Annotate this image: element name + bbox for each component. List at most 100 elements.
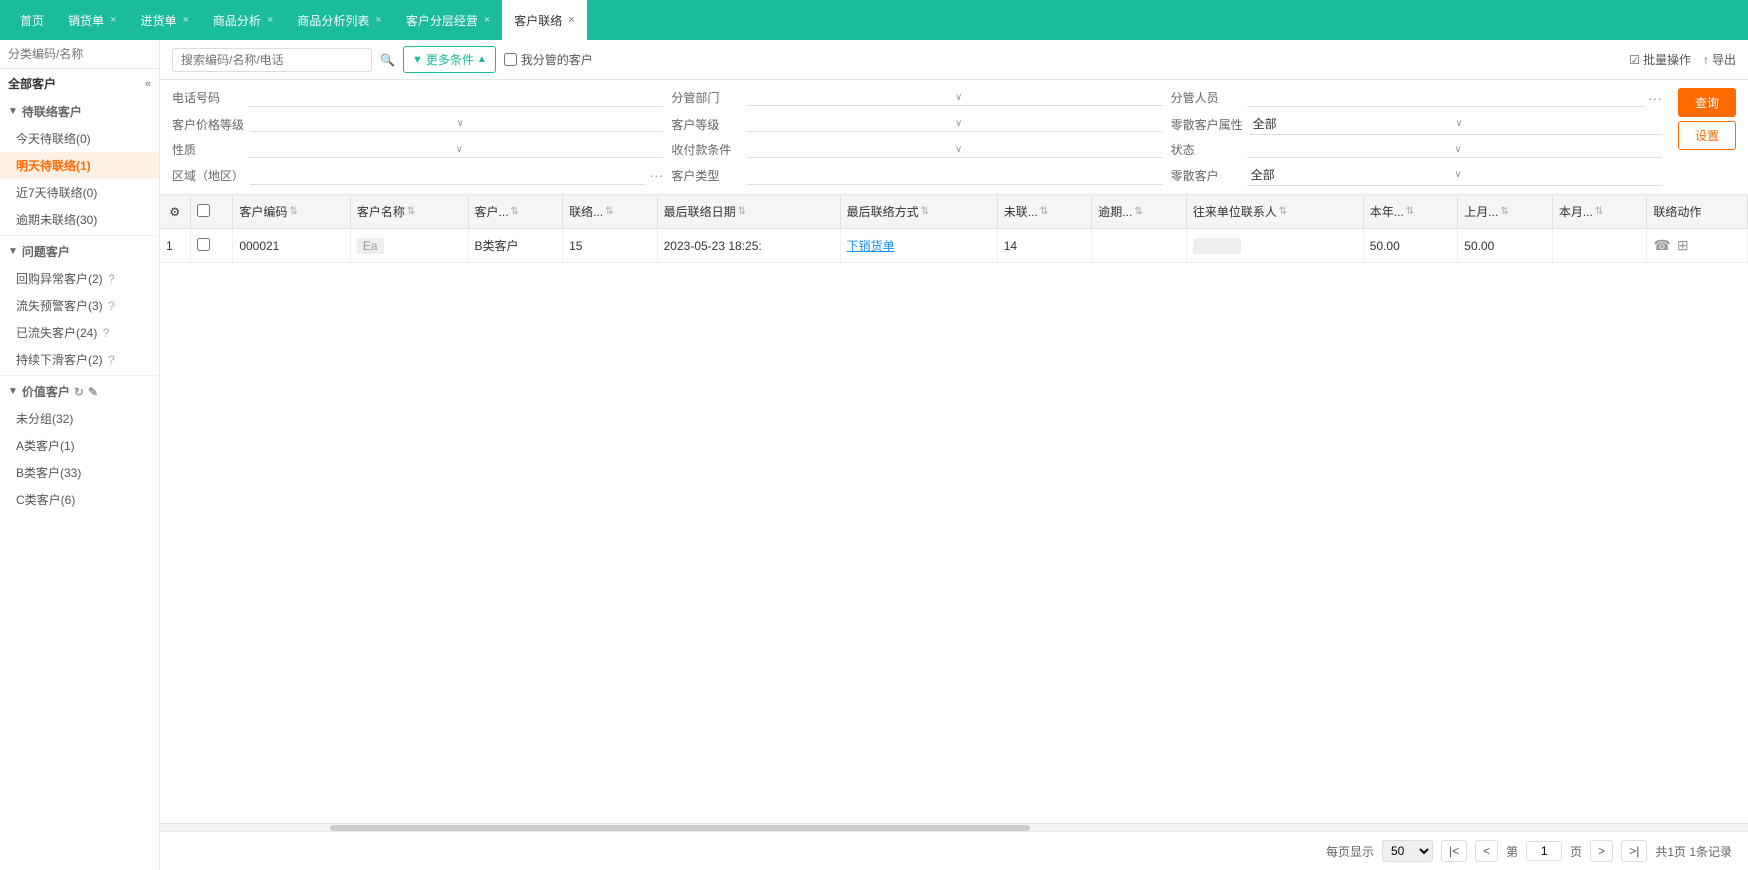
sidebar-search-input[interactable] <box>8 47 160 61</box>
payment-select[interactable]: ∨ <box>747 142 1162 158</box>
col-last-contact-date-header[interactable]: 最后联络日期 ⇅ <box>657 195 840 229</box>
col-unit-contact-header[interactable]: 往来单位联系人 ⇅ <box>1186 195 1363 229</box>
sidebar-item-tomorrow-contact[interactable]: 明天待联络(1) <box>0 152 159 179</box>
edit-icon[interactable]: ✎ <box>88 385 98 399</box>
col-overdue-header[interactable]: 逾期... ⇅ <box>1092 195 1187 229</box>
sidebar-item-declining[interactable]: 持续下滑客户(2) ? <box>0 346 159 373</box>
retail-attr-select[interactable]: 全部 ∨ <box>1249 113 1662 135</box>
select-all-checkbox[interactable] <box>197 204 210 217</box>
scrollbar-thumb[interactable] <box>330 825 1030 831</box>
chevron-down-icon: ∨ <box>955 118 1159 129</box>
col-this-year-header[interactable]: 本年... ⇅ <box>1363 195 1458 229</box>
pagination: 每页显示 50 100 200 |< < 第 页 > >| 共1页 1条记录 <box>160 831 1748 870</box>
nav-sales-order[interactable]: 销货单 × <box>56 0 128 40</box>
col-check-header[interactable] <box>190 195 233 229</box>
phone-input[interactable] <box>248 88 663 107</box>
help-icon: ? <box>108 299 115 313</box>
chevron-down-icon: ∨ <box>955 144 1159 155</box>
search-icon[interactable]: 🔍 <box>380 53 395 67</box>
person-input[interactable] <box>1247 88 1644 107</box>
col-type-header[interactable]: 客户... ⇅ <box>468 195 563 229</box>
nav-home[interactable]: 首页 <box>8 0 56 40</box>
close-icon[interactable]: × <box>484 14 490 26</box>
more-conditions-button[interactable]: ▼ 更多条件 ▲ <box>403 46 496 73</box>
col-contacts-header[interactable]: 联络... ⇅ <box>563 195 658 229</box>
close-icon[interactable]: × <box>568 14 574 26</box>
sidebar-item-churn-warning[interactable]: 流失预警客户(3) ? <box>0 292 159 319</box>
close-icon[interactable]: × <box>267 14 273 26</box>
sidebar-item-7days-contact[interactable]: 近7天待联络(0) <box>0 179 159 206</box>
sidebar-item-class-a[interactable]: A类客户(1) <box>0 432 159 459</box>
row-index: 1 <box>160 229 190 263</box>
col-last-contact-method-header[interactable]: 最后联络方式 ⇅ <box>840 195 997 229</box>
ellipsis-icon[interactable]: ··· <box>1648 90 1662 106</box>
close-icon[interactable]: × <box>110 14 116 26</box>
col-gear[interactable]: ⚙ <box>160 195 190 229</box>
sidebar-item-ungrouped[interactable]: 未分组(32) <box>0 405 159 432</box>
col-not-contacted-header[interactable]: 未联... ⇅ <box>997 195 1092 229</box>
batch-operation-button[interactable]: ☑ 批量操作 <box>1629 51 1691 68</box>
sidebar-item-overdue-contact[interactable]: 逾期未联络(30) <box>0 206 159 233</box>
row-check[interactable] <box>190 229 233 263</box>
ellipsis-icon[interactable]: ··· <box>649 167 663 183</box>
per-page-select[interactable]: 50 100 200 <box>1382 840 1433 862</box>
page-input[interactable] <box>1526 841 1562 861</box>
export-button[interactable]: ↑ 导出 <box>1703 51 1736 68</box>
sidebar-item-repurchase-abnormal[interactable]: 回购异常客户(2) ? <box>0 265 159 292</box>
sidebar-group-pending-contact[interactable]: ▼ 待联络客户 <box>0 98 159 125</box>
phone-action-icon[interactable]: ☎ <box>1653 237 1670 254</box>
row-last-contact-method[interactable]: 下销货单 <box>840 229 997 263</box>
main-search-input[interactable] <box>172 48 372 72</box>
help-icon: ? <box>103 326 110 340</box>
retail-customer-select[interactable]: 全部 ∨ <box>1247 164 1662 186</box>
col-last-month-header[interactable]: 上月... ⇅ <box>1458 195 1553 229</box>
sidebar-group-problem-customers[interactable]: ▼ 问题客户 <box>0 238 159 265</box>
last-page-button[interactable]: >| <box>1621 840 1647 862</box>
data-table: ⚙ 客户编码 ⇅ 客户名称 ⇅ <box>160 195 1748 263</box>
close-icon[interactable]: × <box>182 14 188 26</box>
sidebar-search-area: 🔍 <box>0 40 159 69</box>
nav-product-analysis-list[interactable]: 商品分析列表 × <box>285 0 393 40</box>
col-this-month-header[interactable]: 本月... ⇅ <box>1552 195 1647 229</box>
nav-customer-contact[interactable]: 客户联络 × <box>502 0 586 40</box>
nav-purchase-order[interactable]: 进货单 × <box>128 0 200 40</box>
my-customers-checkbox[interactable] <box>504 53 517 66</box>
row-last-contact-date: 2023-05-23 18:25: <box>657 229 840 263</box>
region-input[interactable] <box>250 166 645 185</box>
dept-select[interactable]: ∨ <box>747 90 1162 106</box>
close-icon[interactable]: × <box>375 14 381 26</box>
sort-icon: ⇅ <box>738 206 746 217</box>
filter-field-status: 状态 ∨ <box>1171 141 1662 158</box>
my-customers-checkbox-label[interactable]: 我分管的客户 <box>504 51 593 68</box>
row-checkbox[interactable] <box>197 238 210 251</box>
query-button[interactable]: 查询 <box>1678 88 1736 117</box>
next-page-button[interactable]: > <box>1590 840 1613 862</box>
sidebar-group-value-customers[interactable]: ▼ 价值客户 ↻ ✎ <box>0 378 159 405</box>
setting-button[interactable]: 设置 <box>1678 121 1736 150</box>
col-name-header[interactable]: 客户名称 ⇅ <box>350 195 468 229</box>
value-grade-select[interactable]: ∨ <box>250 116 663 132</box>
sidebar-all-customers[interactable]: 全部客户 « <box>0 69 159 98</box>
col-code-header[interactable]: 客户编码 ⇅ <box>233 195 351 229</box>
nav-product-analysis[interactable]: 商品分析 × <box>201 0 285 40</box>
sidebar-item-class-b[interactable]: B类客户(33) <box>0 459 159 486</box>
first-page-button[interactable]: |< <box>1441 840 1467 862</box>
sidebar-item-class-c[interactable]: C类客户(6) <box>0 486 159 513</box>
sidebar-item-today-contact[interactable]: 今天待联络(0) <box>0 125 159 152</box>
refresh-icon[interactable]: ↻ <box>74 385 84 399</box>
filter-row-4: 区域（地区） ··· 客户类型 零散客户 全部 ∨ <box>172 164 1662 186</box>
customer-grade-select[interactable]: ∨ <box>747 116 1162 132</box>
grid-action-icon[interactable]: ⊞ <box>1677 237 1689 254</box>
export-icon: ↑ <box>1703 53 1709 67</box>
filter-field-customer-type: 客户类型 <box>671 166 1162 185</box>
prev-page-button[interactable]: < <box>1475 840 1498 862</box>
horizontal-scrollbar[interactable] <box>160 823 1748 831</box>
status-select[interactable]: ∨ <box>1247 142 1662 158</box>
sidebar-item-churned[interactable]: 已流失客户(24) ? <box>0 319 159 346</box>
nature-select[interactable]: ∨ <box>248 142 663 158</box>
customer-type-input[interactable] <box>747 166 1162 185</box>
nav-customer-tier[interactable]: 客户分层经营 × <box>394 0 502 40</box>
nature-label: 性质 <box>172 141 242 158</box>
help-icon: ? <box>108 272 115 286</box>
row-type: B类客户 <box>468 229 563 263</box>
